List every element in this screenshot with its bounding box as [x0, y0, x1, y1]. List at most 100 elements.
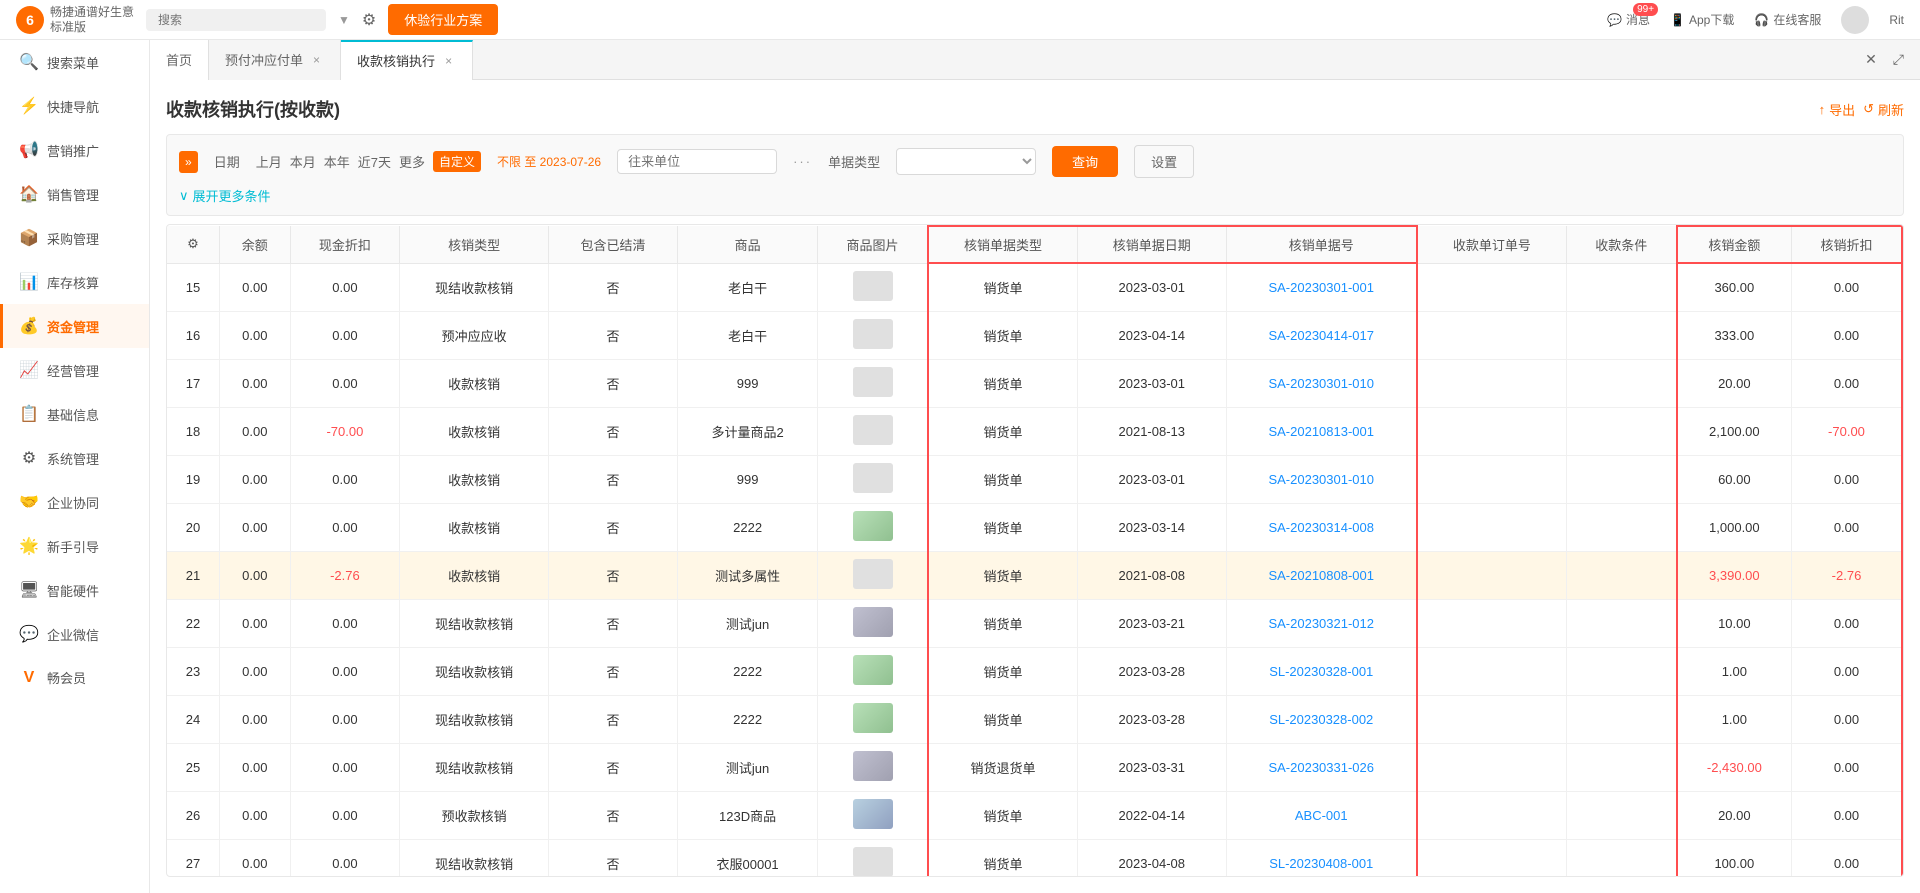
cell-bill-type: 销货单 [928, 599, 1077, 647]
page-content: 收款核销执行(按收款) ↑ 导出 ↺ 刷新 » 日期 [150, 80, 1920, 893]
user-name: Rit [1889, 13, 1904, 27]
cell-receipt-cond [1566, 263, 1676, 311]
export-button[interactable]: ↑ 导出 [1819, 100, 1856, 119]
tab-home[interactable]: 首页 [150, 40, 209, 80]
table-row: 26 0.00 0.00 预收款核销 否 123D商品 销货单 2022-04-… [167, 791, 1902, 839]
vip-icon: V [19, 669, 39, 687]
sidebar-item-finance[interactable]: 💰 资金管理 [0, 304, 149, 348]
sidebar-item-purchase[interactable]: 📦 采购管理 [0, 216, 149, 260]
col-amount: 核销金额 [1677, 226, 1792, 263]
cell-type: 收款核销 [400, 551, 549, 599]
col-settings[interactable]: ⚙ [167, 226, 220, 263]
query-button[interactable]: 查询 [1052, 146, 1118, 177]
sidebar-item-vip[interactable]: V 畅会员 [0, 656, 149, 699]
gear-button[interactable]: ⚙ [362, 10, 376, 30]
cell-amount: 1.00 [1677, 647, 1792, 695]
cell-discount: 0.00 [1791, 311, 1902, 359]
sidebar-item-basic[interactable]: 📋 基础信息 [0, 392, 149, 436]
cell-cash-discount: 0.00 [290, 503, 400, 551]
sales-icon: 🏠 [19, 184, 39, 204]
cell-amount: 100.00 [1677, 839, 1792, 877]
tab-receipt-close[interactable]: × [441, 52, 456, 70]
expand-more-button[interactable]: ∨ 展开更多条件 [179, 186, 271, 205]
sidebar-item-guide[interactable]: 🌟 新手引导 [0, 524, 149, 568]
sidebar-item-wechat[interactable]: 💬 企业微信 [0, 612, 149, 656]
sidebar-label-purchase: 采购管理 [47, 229, 99, 248]
sidebar-item-search[interactable]: 🔍 搜索菜单 [0, 40, 149, 84]
solution-button[interactable]: 休验行业方案 [388, 4, 498, 35]
cell-receipt-cond [1566, 455, 1676, 503]
cell-goods-img [818, 647, 928, 695]
close-tab-button[interactable]: ✕ [1861, 47, 1881, 72]
sidebar-item-sales[interactable]: 🏠 销售管理 [0, 172, 149, 216]
app-download-item[interactable]: 📱 App下载 [1670, 11, 1734, 28]
cell-cash-discount: 0.00 [290, 695, 400, 743]
cell-order-no [1417, 551, 1566, 599]
date-this-year[interactable]: 本年 [324, 152, 350, 171]
cell-cash-discount: 0.00 [290, 791, 400, 839]
online-service-item[interactable]: 🎧 在线客服 [1754, 11, 1821, 28]
message-item[interactable]: 💬 消息 99+ [1607, 11, 1650, 28]
cell-goods: 测试多属性 [678, 551, 818, 599]
cell-discount: 0.00 [1791, 695, 1902, 743]
cell-goods: 老白干 [678, 263, 818, 311]
cell-balance: 0.00 [220, 743, 291, 791]
page-title: 收款核销执行(按收款) [166, 96, 340, 122]
expand-tab-button[interactable]: ⤢ [1889, 47, 1908, 72]
tab-prepay[interactable]: 预付冲应付单 × [209, 40, 341, 80]
date-last-month[interactable]: 上月 [256, 152, 282, 171]
date-custom[interactable]: 自定义 [433, 151, 481, 172]
settings-button[interactable]: 设置 [1134, 145, 1194, 178]
col-order-no: 收款单订单号 [1417, 226, 1566, 263]
cell-order-no [1417, 743, 1566, 791]
message-icon: 💬 [1607, 13, 1622, 27]
cell-bill-no: SL-20230328-001 [1226, 647, 1417, 695]
data-table: ⚙ 余额 现金折扣 核销类型 包含已结清 商品 商品图片 核销单据类型 核销单据… [167, 225, 1903, 877]
receipt-type-select[interactable] [896, 148, 1036, 175]
cell-goods: 老白干 [678, 311, 818, 359]
tabs-actions: ✕ ⤢ [1861, 47, 1920, 72]
sidebar-item-system[interactable]: ⚙ 系统管理 [0, 436, 149, 480]
date-more[interactable]: 更多 [399, 152, 425, 171]
inventory-icon: 📊 [19, 272, 39, 292]
sidebar-label-basic: 基础信息 [47, 405, 99, 424]
cell-no: 17 [167, 359, 220, 407]
sidebar: 🔍 搜索菜单 ⚡ 快捷导航 📢 营销推广 🏠 销售管理 📦 采购管理 📊 库存核… [0, 40, 150, 893]
cell-type: 预冲应应收 [400, 311, 549, 359]
top-bar-right: 💬 消息 99+ 📱 App下载 🎧 在线客服 Rit [1607, 6, 1904, 34]
search-input[interactable] [146, 9, 326, 31]
guide-icon: 🌟 [19, 536, 39, 556]
cell-receipt-cond [1566, 503, 1676, 551]
avatar[interactable] [1841, 6, 1869, 34]
cell-balance: 0.00 [220, 695, 291, 743]
tab-prepay-close[interactable]: × [309, 51, 324, 69]
sidebar-item-inventory[interactable]: 📊 库存核算 [0, 260, 149, 304]
sidebar-item-marketing[interactable]: 📢 营销推广 [0, 128, 149, 172]
date-7days[interactable]: 近7天 [358, 152, 391, 171]
tab-receipt[interactable]: 收款核销执行 × [341, 40, 473, 80]
cell-goods: 2222 [678, 503, 818, 551]
sidebar-item-operation[interactable]: 📈 经营管理 [0, 348, 149, 392]
cell-receipt-cond [1566, 359, 1676, 407]
sidebar-label-finance: 资金管理 [47, 317, 99, 336]
col-bill-no: 核销单据号 [1226, 226, 1417, 263]
date-label: 日期 [214, 152, 240, 171]
tabs-bar: 首页 预付冲应付单 × 收款核销执行 × ✕ ⤢ [150, 40, 1920, 80]
cell-order-no [1417, 263, 1566, 311]
cell-balance: 0.00 [220, 551, 291, 599]
col-bill-type: 核销单据类型 [928, 226, 1077, 263]
sidebar-item-quick[interactable]: ⚡ 快捷导航 [0, 84, 149, 128]
sidebar-item-hardware[interactable]: 🖥 智能硬件 [0, 568, 149, 612]
cell-bill-type: 销货单 [928, 359, 1077, 407]
cell-bill-type: 销货退货单 [928, 743, 1077, 791]
filter-expand-arrow[interactable]: » [179, 151, 198, 173]
date-this-month[interactable]: 本月 [290, 152, 316, 171]
refresh-button[interactable]: ↺ 刷新 [1863, 100, 1904, 119]
from-unit-input[interactable] [617, 149, 777, 174]
cell-no: 21 [167, 551, 220, 599]
cell-cash-discount: -70.00 [290, 407, 400, 455]
sidebar-item-corp[interactable]: 🤝 企业协同 [0, 480, 149, 524]
cell-bill-date: 2023-03-01 [1077, 263, 1226, 311]
col-balance: 余额 [220, 226, 291, 263]
hardware-icon: 🖥 [19, 580, 39, 600]
